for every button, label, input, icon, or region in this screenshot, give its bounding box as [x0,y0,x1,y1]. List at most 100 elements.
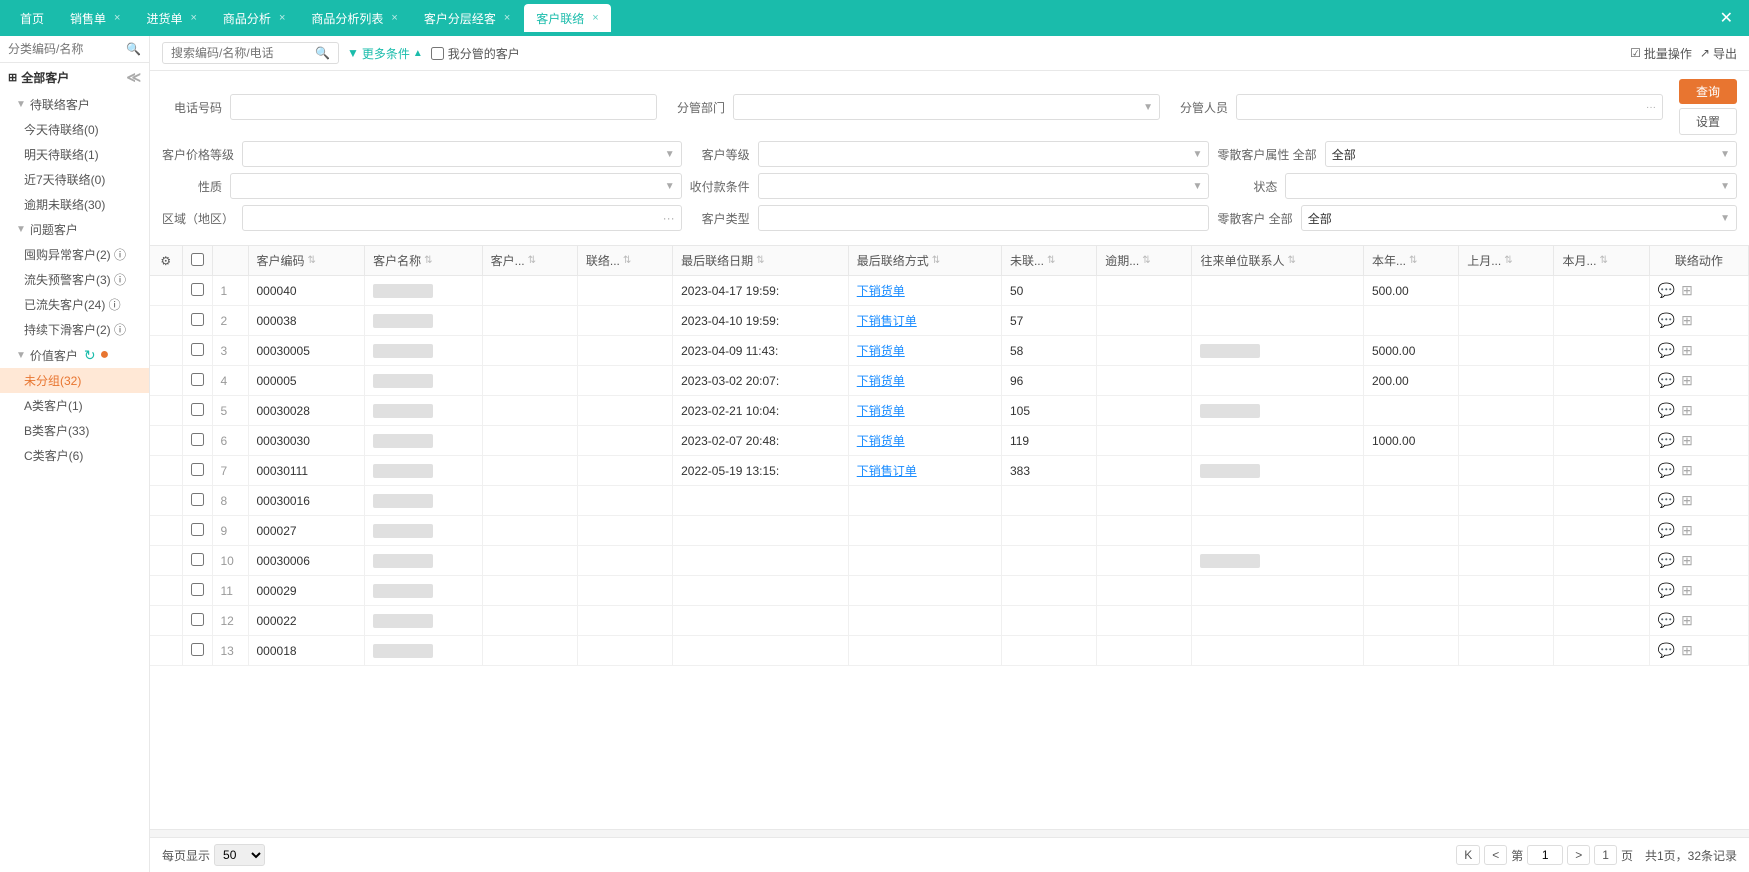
col-settings[interactable]: ⚙ [150,246,182,276]
export-button[interactable]: ↗ 导出 [1700,45,1737,62]
grid-icon[interactable]: ⊞ [1681,522,1693,539]
row-check[interactable] [182,336,212,366]
grid-icon[interactable]: ⊞ [1681,552,1693,569]
grid-icon[interactable]: ⊞ [1681,402,1693,419]
manager-select[interactable]: ··· [1236,94,1663,120]
grid-icon[interactable]: ⊞ [1681,492,1693,509]
sidebar-item-churn-warning[interactable]: 流失预警客户(3) ⓘ [0,267,149,292]
refresh-icon[interactable]: ↻ [84,347,96,364]
payment-terms-select[interactable]: ▼ [758,173,1210,199]
contact-method-link[interactable]: 下销售订单 [857,314,917,328]
grid-icon[interactable]: ⊞ [1681,642,1693,659]
tab-product-analysis[interactable]: 商品分析 × [211,4,297,32]
tab-purchase[interactable]: 进货单 × [134,4,208,32]
row-check[interactable] [182,516,212,546]
batch-operation-button[interactable]: ☑ 批量操作 [1630,45,1692,62]
col-last-method[interactable]: 最后联络方式⇅ [848,246,1001,276]
next-page-button[interactable]: > [1567,845,1590,865]
sidebar-group-value[interactable]: ▼ 价值客户 ↻ ● [0,342,149,368]
contact-method-link[interactable]: 下销货单 [857,404,905,418]
sidebar-group-pending[interactable]: ▼ 待联络客户 [0,92,149,117]
page-size-select[interactable]: 50 100 [214,844,265,866]
horizontal-scrollbar[interactable] [150,829,1749,837]
col-contact-person[interactable]: 往来单位联系人⇅ [1192,246,1364,276]
search-icon[interactable]: 🔍 [126,42,141,56]
dept-select[interactable]: ▼ [733,94,1160,120]
col-type[interactable]: 客户...⇅ [482,246,577,276]
sidebar-item-class-b[interactable]: B类客户(33) [0,418,149,443]
retail-attr-select[interactable]: 全部 ▼ [1325,141,1737,167]
my-customers-checkbox[interactable] [431,47,444,60]
page-number-input[interactable] [1527,845,1563,865]
tab-customer-segment[interactable]: 客户分层经客 × [412,4,522,32]
sidebar-item-hoarding-abnormal[interactable]: 囤购异常客户(2) ⓘ [0,242,149,267]
nature-select[interactable]: ▼ [230,173,682,199]
search-box[interactable]: 🔍 [162,42,339,64]
col-last-month[interactable]: 上月...⇅ [1459,246,1554,276]
contact-method-link[interactable]: 下销货单 [857,434,905,448]
contact-method-link[interactable]: 下销货单 [857,284,905,298]
row-check[interactable] [182,456,212,486]
sidebar-item-unclassified[interactable]: 未分组(32) [0,368,149,393]
all-customers-section[interactable]: ⊞ 全部客户 ≪ [0,63,149,92]
row-check[interactable] [182,366,212,396]
grid-icon[interactable]: ⊞ [1681,342,1693,359]
reset-button[interactable]: 设置 [1679,108,1737,135]
sidebar-item-7days[interactable]: 近7天待联络(0) [0,167,149,192]
sidebar-item-tomorrow[interactable]: 明天待联络(1) [0,142,149,167]
customer-type-select[interactable] [758,205,1210,231]
grid-icon[interactable]: ⊞ [1681,462,1693,479]
row-check[interactable] [182,396,212,426]
more-filters-button[interactable]: ▼ 更多条件 ▲ [347,45,423,62]
col-check[interactable] [182,246,212,276]
tab-sales[interactable]: 销售单 × [58,4,132,32]
col-contact[interactable]: 联络...⇅ [577,246,672,276]
message-icon[interactable]: 💬 [1658,462,1675,479]
tab-product-analysis-list[interactable]: 商品分析列表 × [299,4,409,32]
message-icon[interactable]: 💬 [1658,522,1675,539]
grid-icon[interactable]: ⊞ [1681,582,1693,599]
close-all-button[interactable]: ✕ [1712,8,1741,28]
message-icon[interactable]: 💬 [1658,642,1675,659]
contact-method-link[interactable]: 下销货单 [857,374,905,388]
message-icon[interactable]: 💬 [1658,492,1675,509]
status-select[interactable]: ▼ [1285,173,1737,199]
contact-method-link[interactable]: 下销售订单 [857,464,917,478]
col-code[interactable]: 客户编码⇅ [248,246,365,276]
col-name[interactable]: 客户名称⇅ [365,246,483,276]
price-level-select[interactable]: ▼ [242,141,682,167]
message-icon[interactable]: 💬 [1658,582,1675,599]
sidebar-item-declining[interactable]: 持续下滑客户(2) ⓘ [0,317,149,342]
close-icon[interactable]: × [190,12,196,24]
message-icon[interactable]: 💬 [1658,612,1675,629]
grid-icon[interactable]: ⊞ [1681,282,1693,299]
message-icon[interactable]: 💬 [1658,372,1675,389]
select-all-checkbox[interactable] [191,253,204,266]
row-check[interactable] [182,276,212,306]
last-page-button[interactable]: 1 [1594,845,1617,865]
dots-icon[interactable]: ··· [663,211,675,225]
col-not-contact[interactable]: 未联...⇅ [1001,246,1096,276]
first-page-button[interactable]: K [1456,845,1480,865]
message-icon[interactable]: 💬 [1658,552,1675,569]
row-check[interactable] [182,306,212,336]
row-check[interactable] [182,426,212,456]
message-icon[interactable]: 💬 [1658,312,1675,329]
close-icon[interactable]: × [279,12,285,24]
message-icon[interactable]: 💬 [1658,432,1675,449]
col-overdue[interactable]: 逾期...⇅ [1097,246,1192,276]
close-icon[interactable]: × [114,12,120,24]
customer-level-select[interactable]: ▼ [758,141,1210,167]
sidebar-group-problem[interactable]: ▼ 问题客户 [0,217,149,242]
retail-customer-select[interactable]: 全部 ▼ [1301,205,1737,231]
grid-icon[interactable]: ⊞ [1681,432,1693,449]
region-select[interactable]: ··· [242,205,682,231]
sidebar-item-overdue[interactable]: 逾期未联络(30) [0,192,149,217]
sidebar-item-churned[interactable]: 已流失客户(24) ⓘ [0,292,149,317]
row-check[interactable] [182,606,212,636]
tab-home[interactable]: 首页 [8,4,56,32]
message-icon[interactable]: 💬 [1658,282,1675,299]
sidebar-item-class-c[interactable]: C类客户(6) [0,443,149,468]
tab-customer-contact[interactable]: 客户联络 × [524,4,610,32]
search-input[interactable] [171,46,311,60]
